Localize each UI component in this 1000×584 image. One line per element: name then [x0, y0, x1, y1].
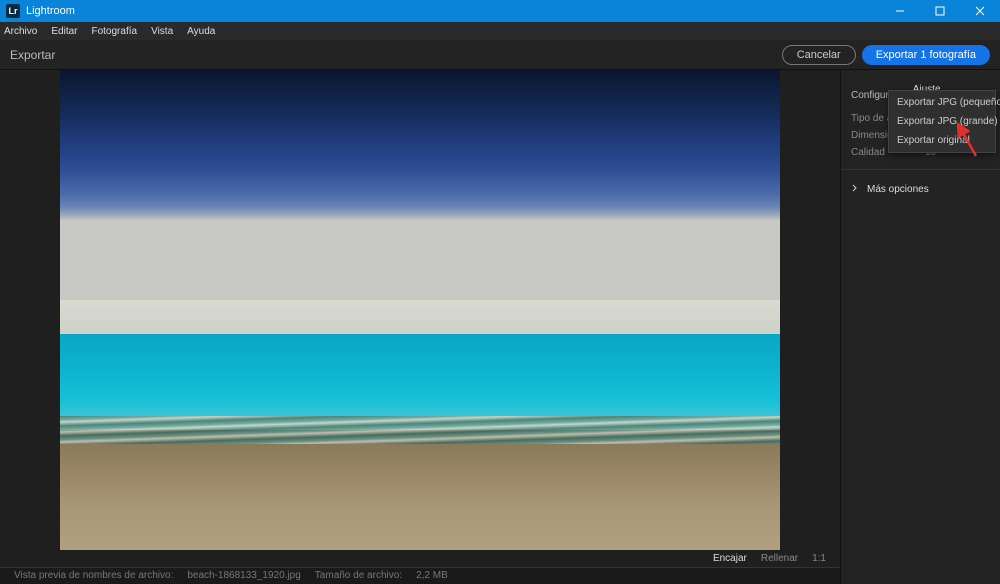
zoom-bar: Encajar Rellenar 1:1 [0, 550, 840, 567]
preset-option-small-jpg[interactable]: Exportar JPG (pequeño) [889, 93, 995, 112]
menu-editar[interactable]: Editar [51, 26, 77, 37]
preset-dropdown-menu: Exportar JPG (pequeño) Exportar JPG (gra… [888, 90, 996, 153]
status-filename: beach-1868133_1920.jpg [187, 570, 300, 581]
zoom-fill[interactable]: Rellenar [761, 553, 798, 564]
close-button[interactable] [960, 0, 1000, 22]
chevron-right-icon [851, 184, 859, 195]
zoom-fit[interactable]: Encajar [713, 553, 747, 564]
panel-divider [841, 169, 1000, 170]
image-preview-area [0, 70, 840, 550]
menu-vista[interactable]: Vista [151, 26, 173, 37]
action-bar: Exportar Cancelar Exportar 1 fotografía [0, 40, 1000, 70]
menu-fotografia[interactable]: Fotografía [91, 26, 137, 37]
cancel-button[interactable]: Cancelar [782, 45, 856, 65]
app-icon: Lr [6, 4, 20, 18]
menu-bar: Archivo Editar Fotografía Vista Ayuda [0, 22, 1000, 40]
status-bar: Vista previa de nombres de archivo: beac… [0, 567, 840, 584]
settings-panel: Configuración Ajuste preestablecido Expo… [840, 70, 1000, 584]
menu-archivo[interactable]: Archivo [4, 26, 37, 37]
menu-ayuda[interactable]: Ayuda [187, 26, 215, 37]
more-options-label: Más opciones [867, 184, 929, 195]
maximize-button[interactable] [920, 0, 960, 22]
preview-column: Encajar Rellenar 1:1 Vista previa de nom… [0, 70, 840, 584]
minimize-button[interactable] [880, 0, 920, 22]
preset-option-large-jpg[interactable]: Exportar JPG (grande) [889, 112, 995, 131]
status-size-value: 2,2 MB [416, 570, 448, 581]
export-button[interactable]: Exportar 1 fotografía [862, 45, 990, 65]
zoom-one-to-one[interactable]: 1:1 [812, 553, 826, 564]
window-controls [880, 0, 1000, 22]
main-area: Encajar Rellenar 1:1 Vista previa de nom… [0, 70, 1000, 584]
status-preview-label: Vista previa de nombres de archivo: [14, 570, 173, 581]
more-options-toggle[interactable]: Más opciones [841, 178, 1000, 201]
page-title: Exportar [10, 48, 55, 62]
app-title: Lightroom [26, 5, 880, 17]
preview-image [60, 70, 780, 550]
preset-option-original[interactable]: Exportar original [889, 131, 995, 150]
status-size-label: Tamaño de archivo: [315, 570, 402, 581]
window-titlebar: Lr Lightroom [0, 0, 1000, 22]
